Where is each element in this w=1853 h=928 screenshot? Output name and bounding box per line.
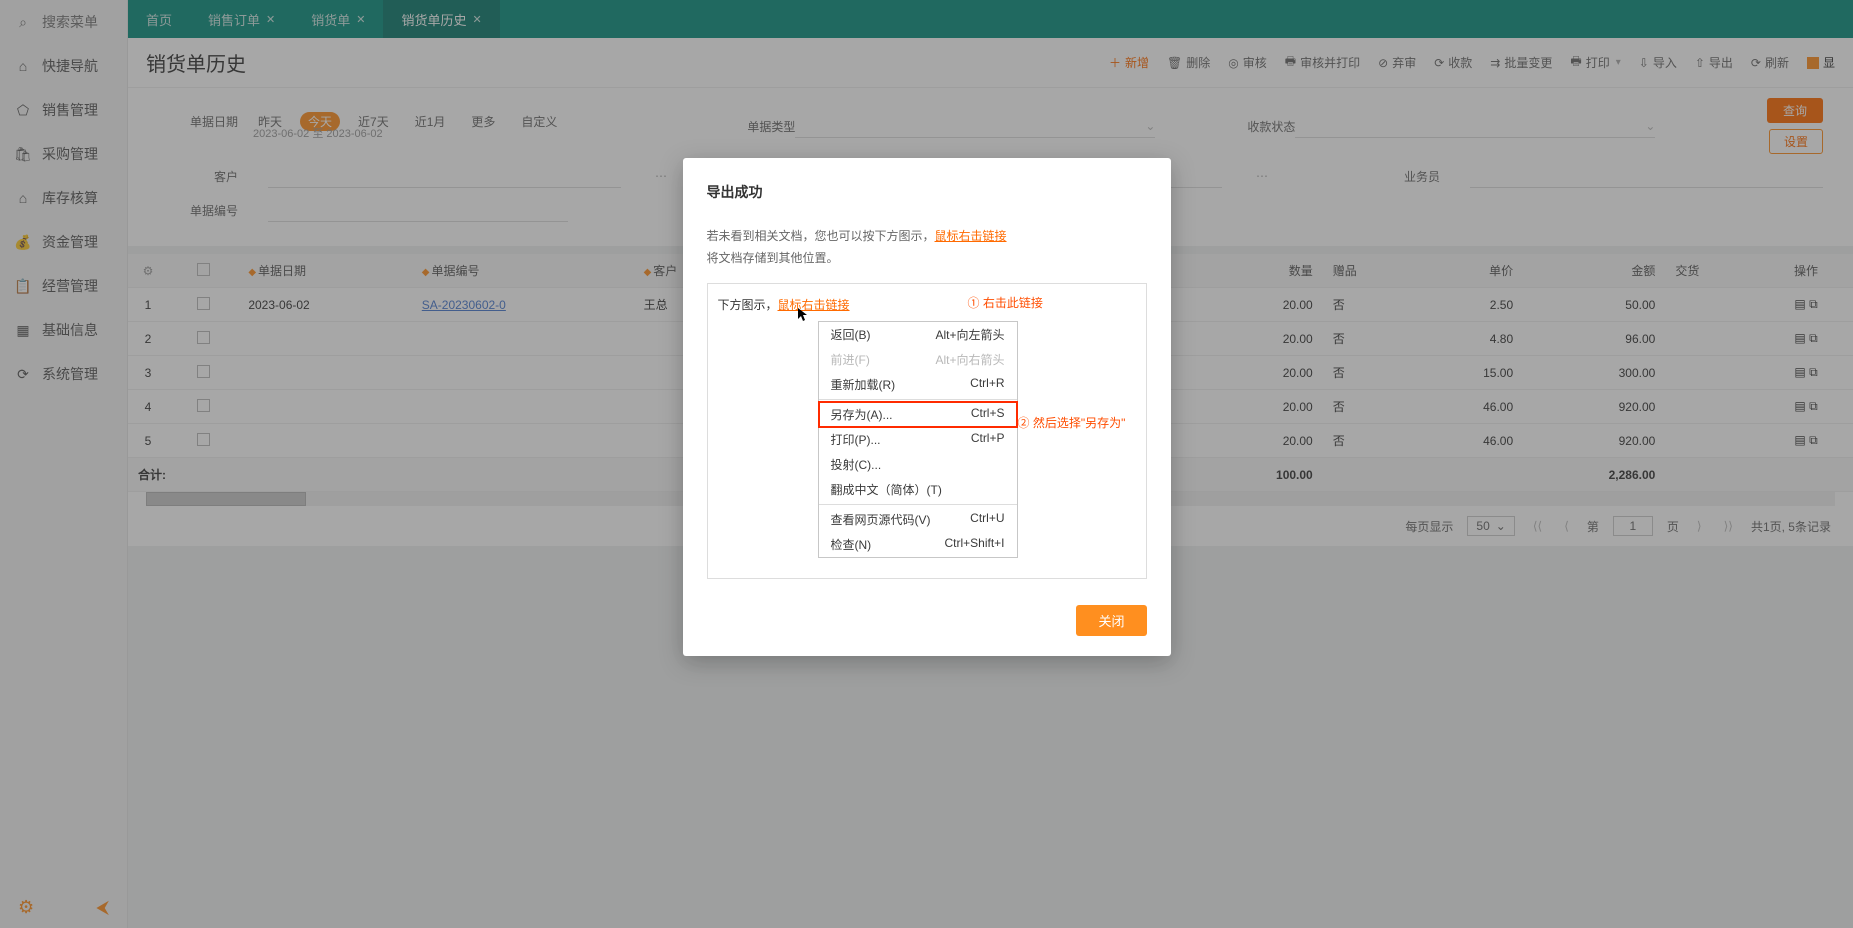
ctx-item: 打印(P)...Ctrl+P bbox=[819, 427, 1017, 452]
context-menu-illustration: 返回(B)Alt+向左箭头前进(F)Alt+向右箭头重新加载(R)Ctrl+R 另… bbox=[818, 321, 1018, 558]
ctx-item: 返回(B)Alt+向左箭头 bbox=[819, 322, 1017, 347]
annotation-2: ② 然后选择"另存为" bbox=[1018, 414, 1126, 431]
ctx-item: 另存为(A)...Ctrl+S bbox=[819, 402, 1017, 427]
modal-description: 若未看到相关文档，您也可以按下方图示，鼠标右击链接 将文档存储到其他位置。 bbox=[707, 226, 1147, 269]
modal-desc-link[interactable]: 鼠标右击链接 bbox=[935, 229, 1007, 243]
ctx-item: 投射(C)... bbox=[819, 452, 1017, 477]
modal-figure: 下方图示，鼠标右击链接 ① 右击此链接 返回(B)Alt+向左箭头前进(F)Al… bbox=[707, 283, 1147, 579]
figure-link: 鼠标右击链接 bbox=[778, 298, 850, 312]
export-success-modal: 导出成功 若未看到相关文档，您也可以按下方图示，鼠标右击链接 将文档存储到其他位… bbox=[683, 158, 1171, 656]
modal-overlay: 导出成功 若未看到相关文档，您也可以按下方图示，鼠标右击链接 将文档存储到其他位… bbox=[0, 0, 1853, 928]
modal-title: 导出成功 bbox=[707, 182, 1147, 202]
ctx-item: 重新加载(R)Ctrl+R bbox=[819, 372, 1017, 397]
ctx-item: 前进(F)Alt+向右箭头 bbox=[819, 347, 1017, 372]
ctx-item: 检查(N)Ctrl+Shift+I bbox=[819, 532, 1017, 557]
ctx-item: 翻成中文（简体）(T) bbox=[819, 477, 1017, 502]
ctx-item: 查看网页源代码(V)Ctrl+U bbox=[819, 507, 1017, 532]
annotation-1: ① 右击此链接 bbox=[968, 294, 1043, 311]
modal-close-button[interactable]: 关闭 bbox=[1076, 605, 1146, 636]
cursor-icon bbox=[798, 308, 808, 322]
